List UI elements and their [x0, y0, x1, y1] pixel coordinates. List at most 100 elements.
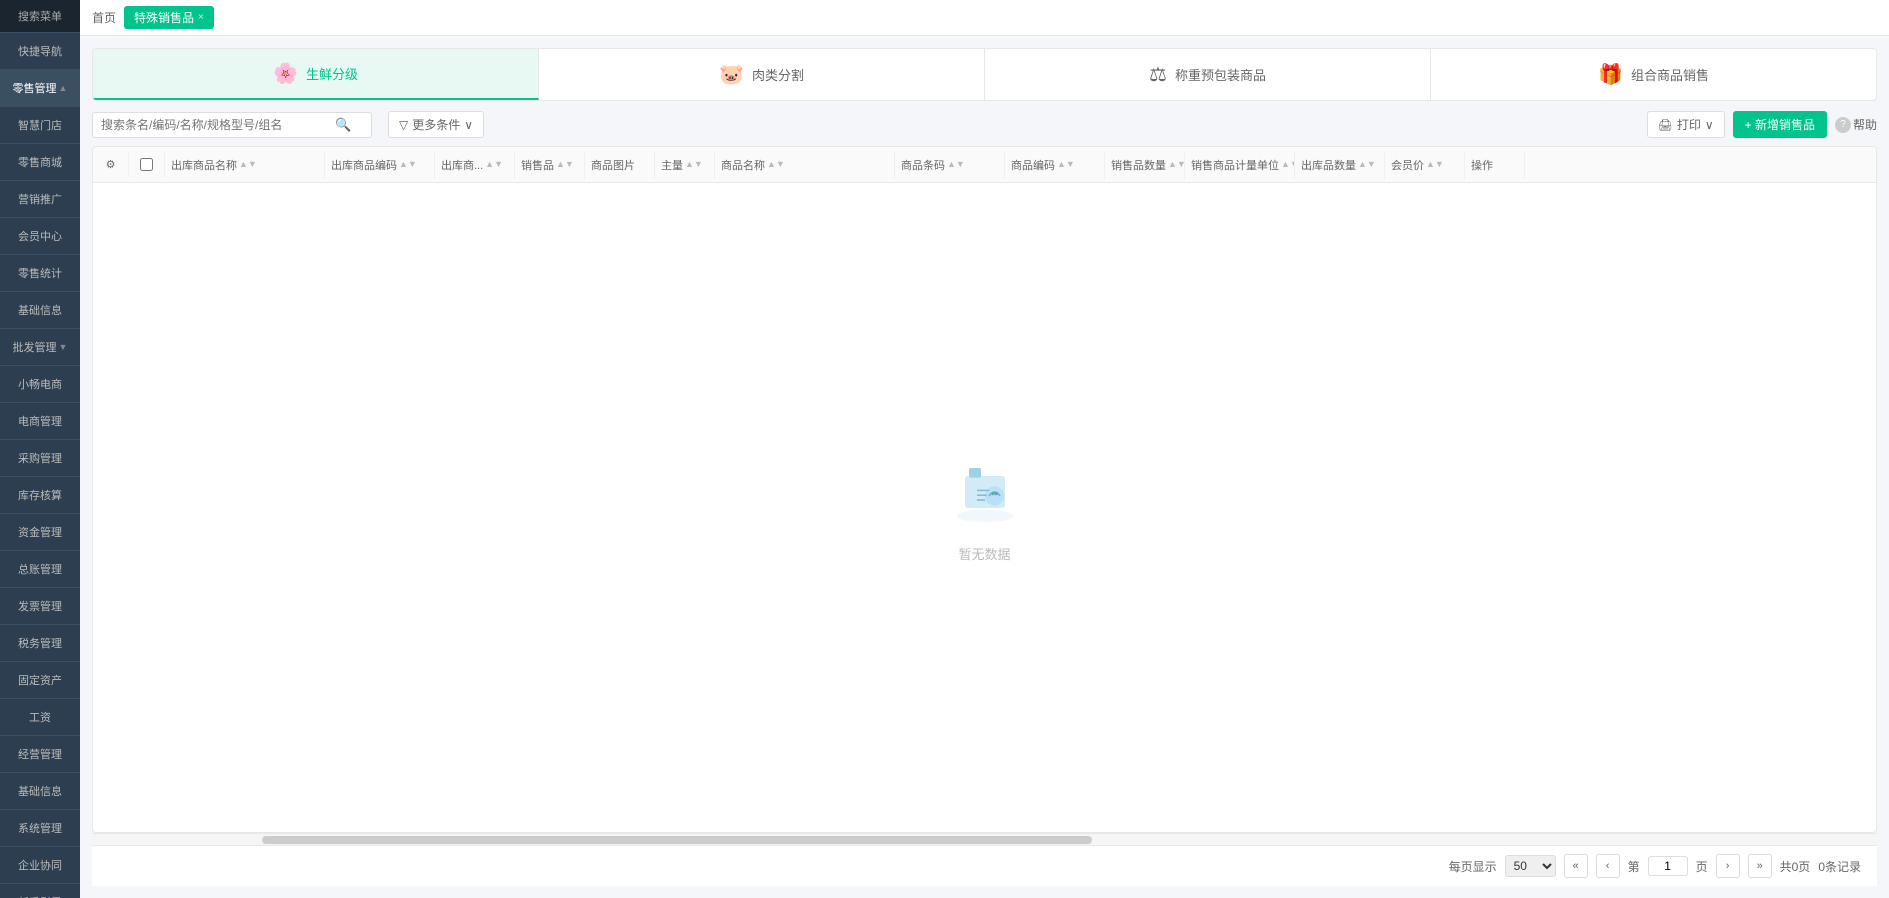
sort-price-icon: ▲▼	[1426, 160, 1444, 169]
scrollbar-thumb[interactable]	[262, 836, 1092, 844]
col-outcode[interactable]: 出库商品编码 ▲▼	[325, 151, 435, 179]
col-barcode[interactable]: 商品条码 ▲▼	[895, 151, 1005, 179]
per-page-select[interactable]: 50 10 20 100	[1505, 855, 1556, 877]
col-outqty[interactable]: 出库品数量 ▲▼	[1295, 151, 1385, 179]
sidebar-item-qiye[interactable]: 企业协同	[0, 847, 80, 884]
add-button[interactable]: + 新增销售品	[1733, 111, 1827, 138]
sidebar-item-huiyuan[interactable]: 会员中心	[0, 218, 80, 255]
sidebar-item-lingshoshangcheng[interactable]: 零售商城	[0, 144, 80, 181]
tab-weight-label: 称重预包装商品	[1175, 65, 1266, 84]
sort-outqty-icon: ▲▼	[1358, 160, 1376, 169]
filter-button[interactable]: ▽ 更多条件 ∨	[388, 111, 484, 138]
sidebar-item-zhangmu[interactable]: 总账管理	[0, 551, 80, 588]
empty-icon	[945, 452, 1025, 532]
print-button[interactable]: 🖨 打印 ∨	[1647, 111, 1725, 138]
first-page-button[interactable]: «	[1564, 854, 1588, 878]
sidebar-item-shuiwu[interactable]: 税务管理	[0, 625, 80, 662]
sidebar-item-lingshol[interactable]: 零售管理 ▲	[0, 70, 80, 107]
col-action: 操作	[1465, 151, 1525, 179]
print-label: 打印	[1677, 116, 1701, 133]
page-suffix: 页	[1696, 858, 1708, 875]
category-tabs: 🌸 生鲜分级 🐷 肉类分割 ⚖ 称重预包装商品 🎁 组合商品销售	[92, 48, 1877, 101]
search-icon[interactable]: 🔍	[335, 117, 351, 133]
sort-goodsname-icon: ▲▼	[767, 160, 785, 169]
search-input[interactable]	[101, 118, 331, 132]
arrow-icon: ▲	[59, 83, 68, 93]
sidebar-item-zhihui[interactable]: 智慧门店	[0, 107, 80, 144]
sidebar-item-xitong[interactable]: 系统管理	[0, 810, 80, 847]
tab-label: 特殊销售品	[134, 9, 194, 26]
sidebar-item-pifa[interactable]: 批发管理 ▼	[0, 329, 80, 366]
sidebar-item-jichu1[interactable]: 基础信息	[0, 292, 80, 329]
col-salesitem[interactable]: 销售品 ▲▼	[515, 151, 585, 179]
sidebar-item-yingxiao[interactable]: 营销推广	[0, 181, 80, 218]
sidebar-item-gongzi[interactable]: 工资	[0, 699, 80, 736]
sidebar-item-fapiao[interactable]: 发票管理	[0, 588, 80, 625]
tab-combo[interactable]: 🎁 组合商品销售	[1431, 49, 1876, 100]
table-header: ⚙ 出库商品名称 ▲▼ 出库商品编码 ▲▼ 出库商... ▲▼	[93, 147, 1876, 183]
col-outname[interactable]: 出库商品名称 ▲▼	[165, 151, 325, 179]
page-content: 🌸 生鲜分级 🐷 肉类分割 ⚖ 称重预包装商品 🎁 组合商品销售 🔍	[80, 36, 1889, 898]
sidebar-item-gudingzichan[interactable]: 固定资产	[0, 662, 80, 699]
sidebar-item-xiaochangdianshang[interactable]: 小畅电商	[0, 366, 80, 403]
print-icon: 🖨	[1658, 118, 1673, 132]
per-page-label: 每页显示	[1449, 858, 1497, 875]
sidebar-item-xinshou[interactable]: 新手引导	[0, 884, 80, 898]
combo-icon: 🎁	[1598, 62, 1623, 87]
col-checkbox[interactable]	[129, 152, 165, 177]
tab-meat-label: 肉类分割	[752, 65, 804, 84]
next-page-button[interactable]: ›	[1716, 854, 1740, 878]
toolbar-row: 🔍 ▽ 更多条件 ∨ 🖨 打印 ∨ + 新增销售品 ?	[92, 111, 1877, 138]
col-outspec[interactable]: 出库商... ▲▼	[435, 151, 515, 179]
col-goodsname[interactable]: 商品名称 ▲▼	[715, 151, 895, 179]
special-sales-tab[interactable]: 特殊销售品 ×	[124, 6, 214, 29]
topbar: 首页 特殊销售品 ×	[80, 0, 1889, 36]
col-saleqty[interactable]: 销售品数量 ▲▼	[1105, 151, 1185, 179]
sort-barcode-icon: ▲▼	[947, 160, 965, 169]
filter-label: 更多条件	[412, 116, 460, 133]
col-mainqty[interactable]: 主量 ▲▼	[655, 151, 715, 179]
meat-icon: 🐷	[719, 62, 744, 87]
tab-fresh[interactable]: 🌸 生鲜分级	[93, 49, 539, 100]
horizontal-scrollbar[interactable]	[92, 833, 1877, 845]
sidebar-item-zijin[interactable]: 资金管理	[0, 514, 80, 551]
prev-page-button[interactable]: ‹	[1596, 854, 1620, 878]
sort-salesitem-icon: ▲▼	[556, 160, 574, 169]
table-body: 暂无数据	[93, 183, 1876, 832]
fresh-icon: 🌸	[273, 61, 298, 86]
col-img[interactable]: 商品图片	[585, 151, 655, 179]
sidebar-item-lingshoj[interactable]: 零售统计	[0, 255, 80, 292]
sidebar-item-kuaijie[interactable]: 快捷导航	[0, 33, 80, 70]
sidebar-item-jingying[interactable]: 经营管理	[0, 736, 80, 773]
filter-icon: ▽	[399, 118, 408, 132]
sidebar-item-caigou[interactable]: 采购管理	[0, 440, 80, 477]
col-settings[interactable]: ⚙	[93, 152, 129, 177]
empty-text: 暂无数据	[958, 544, 1010, 563]
filter-arrow-icon: ∨	[464, 118, 473, 132]
tab-weight[interactable]: ⚖ 称重预包装商品	[985, 49, 1431, 100]
sidebar-item-dianshang[interactable]: 电商管理	[0, 403, 80, 440]
col-goodscode[interactable]: 商品编码 ▲▼	[1005, 151, 1105, 179]
sidebar-item-jichu2[interactable]: 基础信息	[0, 773, 80, 810]
sort-main-icon: ▲▼	[685, 160, 703, 169]
page-number-input[interactable]	[1648, 856, 1688, 876]
tab-meat[interactable]: 🐷 肉类分割	[539, 49, 985, 100]
help-icon: ?	[1835, 117, 1851, 133]
select-all-checkbox[interactable]	[140, 158, 153, 171]
help-button[interactable]: ? 帮助	[1835, 116, 1877, 133]
toolbar-right: 🖨 打印 ∨ + 新增销售品 ? 帮助	[1647, 111, 1877, 138]
col-unit[interactable]: 销售商品计量单位 ▲▼	[1185, 151, 1295, 179]
sidebar-item-kucun[interactable]: 库存核算	[0, 477, 80, 514]
add-label: + 新增销售品	[1745, 116, 1815, 133]
pifa-arrow-icon: ▼	[59, 342, 68, 352]
search-box: 🔍	[92, 112, 372, 138]
last-page-button[interactable]: »	[1748, 854, 1772, 878]
sort-outname-icon: ▲▼	[239, 160, 257, 169]
sort-outcode-icon: ▲▼	[399, 160, 417, 169]
help-label: 帮助	[1853, 116, 1877, 133]
home-link[interactable]: 首页	[92, 9, 116, 26]
sidebar-logo[interactable]: 搜索菜单	[0, 0, 80, 33]
col-price[interactable]: 会员价 ▲▼	[1385, 151, 1465, 179]
data-table: ⚙ 出库商品名称 ▲▼ 出库商品编码 ▲▼ 出库商... ▲▼	[92, 146, 1877, 833]
tab-close-icon[interactable]: ×	[198, 12, 204, 23]
